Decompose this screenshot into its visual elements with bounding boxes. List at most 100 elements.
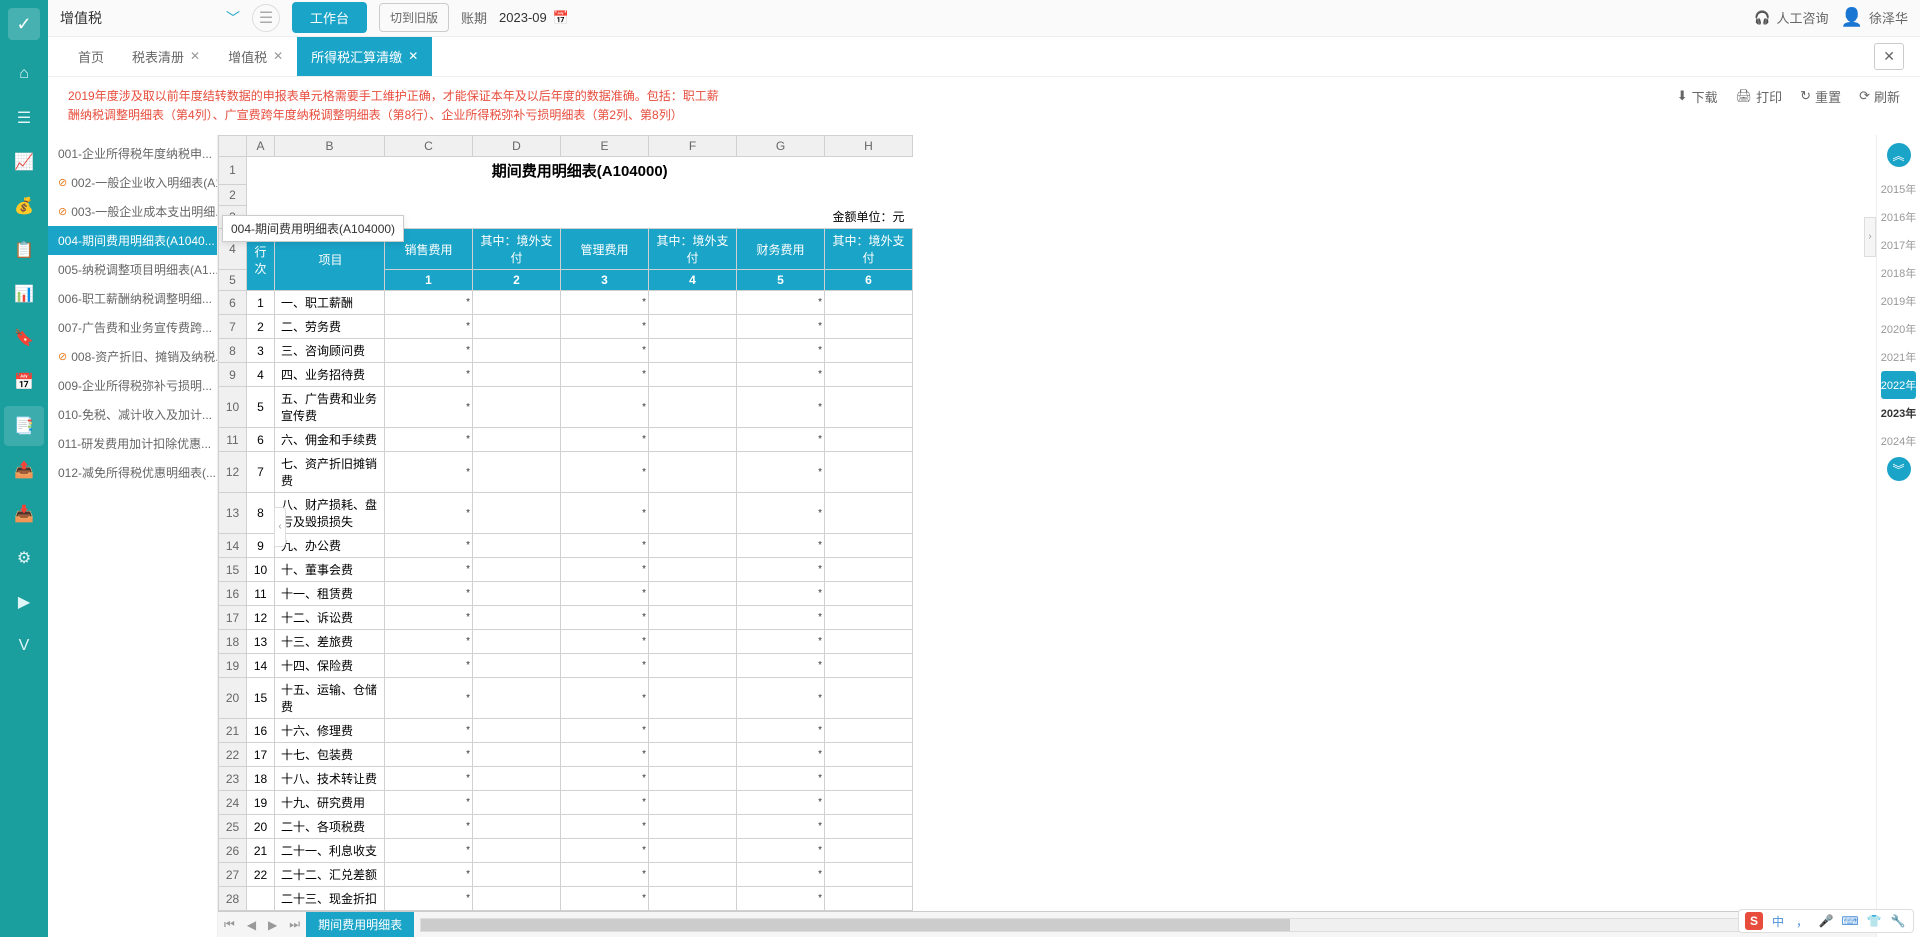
year-option[interactable]: 2016年 [1881, 203, 1916, 231]
close-icon[interactable]: ✕ [273, 49, 283, 63]
sheet-nav-prev[interactable]: ◀ [241, 918, 262, 932]
ime-toolbox-icon[interactable]: 🔧 [1889, 912, 1907, 930]
sheet-nav-first[interactable]: ⏮ [218, 917, 241, 932]
nav-report-icon[interactable]: 📊 [4, 274, 44, 314]
ime-skin-icon[interactable]: 👕 [1865, 912, 1883, 930]
nav-export-icon[interactable]: 📤 [4, 450, 44, 490]
period-picker[interactable]: 2023-09 📅 [499, 10, 569, 26]
ime-punct-icon[interactable]: ， [1793, 912, 1811, 930]
table-row[interactable]: 1510十、董事会费*** [219, 558, 913, 582]
sheet-nav-next[interactable]: ▶ [262, 918, 283, 932]
workspace-button[interactable]: 工作台 [292, 2, 367, 33]
tab-税表清册[interactable]: 税表清册✕ [118, 37, 214, 76]
close-all-tabs-button[interactable]: ✕ [1874, 43, 1904, 70]
col-header[interactable]: B [275, 136, 385, 157]
form-list-item[interactable]: 001-企业所得税年度纳税申... [48, 139, 217, 168]
refresh-button[interactable]: ⟳刷新 [1859, 87, 1900, 106]
print-button[interactable]: 🖨打印 [1736, 87, 1783, 106]
table-row[interactable]: 116六、佣金和手续费*** [219, 428, 913, 452]
reset-button[interactable]: ↻重置 [1800, 87, 1841, 106]
table-row[interactable]: 2419十九、研究费用*** [219, 791, 913, 815]
col-header[interactable]: F [649, 136, 737, 157]
table-row[interactable]: 28二十三、现金折扣*** [219, 887, 913, 911]
year-option[interactable]: 2023年 [1881, 399, 1916, 427]
table-row[interactable]: 2318十八、技术转让费*** [219, 767, 913, 791]
nav-home-icon[interactable]: ⌂ [4, 54, 44, 94]
year-option[interactable]: 2015年 [1881, 175, 1916, 203]
year-option[interactable]: 2019年 [1881, 287, 1916, 315]
form-list-item[interactable]: ⊘003-一般企业成本支出明细... [48, 197, 217, 226]
year-option[interactable]: 2017年 [1881, 231, 1916, 259]
table-row[interactable]: 2116十六、修理费*** [219, 719, 913, 743]
col-header[interactable]: G [737, 136, 825, 157]
table-row[interactable]: 2217十七、包装费*** [219, 743, 913, 767]
nav-v-icon[interactable]: V [4, 626, 44, 666]
table-row[interactable]: 138八、财产损耗、盘亏及毁损损失*** [219, 493, 913, 534]
year-up-button[interactable]: ︽ [1887, 143, 1911, 167]
form-list-item[interactable]: 012-减免所得税优惠明细表(... [48, 458, 217, 487]
col-header[interactable]: E [561, 136, 649, 157]
collapse-handle[interactable]: ‹ [274, 507, 286, 547]
year-option[interactable]: 2024年 [1881, 427, 1916, 455]
support-button[interactable]: 🎧 人工咨询 [1754, 8, 1828, 27]
table-row[interactable]: 127七、资产折旧摊销费*** [219, 452, 913, 493]
table-row[interactable]: 83三、咨询顾问费*** [219, 339, 913, 363]
table-row[interactable]: 1611十一、租赁费*** [219, 582, 913, 606]
close-icon[interactable]: ✕ [408, 49, 418, 63]
nav-video-icon[interactable]: ▶ [4, 582, 44, 622]
switch-old-button[interactable]: 切到旧版 [379, 3, 449, 32]
horizontal-scrollbar[interactable] [420, 918, 1870, 932]
table-row[interactable]: 2015十五、运输、仓储费*** [219, 678, 913, 719]
col-header[interactable]: H [825, 136, 913, 157]
nav-bag-icon[interactable]: 💰 [4, 186, 44, 226]
sheet-tab[interactable]: 期间费用明细表 [306, 912, 414, 937]
nav-doc-icon[interactable]: ☰ [4, 98, 44, 138]
year-down-button[interactable]: ︾ [1887, 457, 1911, 481]
expand-handle[interactable]: › [1864, 217, 1876, 257]
list-toggle-button[interactable]: ☰ [252, 4, 280, 32]
form-list-item[interactable]: ⊘008-资产折旧、摊销及纳税... [48, 342, 217, 371]
form-list-item[interactable]: 009-企业所得税弥补亏损明... [48, 371, 217, 400]
year-option[interactable]: 2022年 [1881, 371, 1916, 399]
nav-tax-icon[interactable]: 📑 [4, 406, 44, 446]
form-list-item[interactable]: ⊘002-一般企业收入明细表(A1... [48, 168, 217, 197]
form-list-item[interactable]: 005-纳税调整项目明细表(A1... [48, 255, 217, 284]
user-menu[interactable]: 👤 徐泽华 [1841, 7, 1908, 28]
year-option[interactable]: 2018年 [1881, 259, 1916, 287]
table-row[interactable]: 105五、广告费和业务宣传费*** [219, 387, 913, 428]
form-list-item[interactable]: 011-研发费用加计扣除优惠... [48, 429, 217, 458]
table-row[interactable]: 61一、职工薪酬*** [219, 291, 913, 315]
col-header[interactable]: A [247, 136, 275, 157]
table-row[interactable]: 1712十二、诉讼费*** [219, 606, 913, 630]
ime-mic-icon[interactable]: 🎤 [1817, 912, 1835, 930]
nav-clipboard-icon[interactable]: 📋 [4, 230, 44, 270]
table-row[interactable]: 2621二十一、利息收支*** [219, 839, 913, 863]
nav-stamp-icon[interactable]: 🔖 [4, 318, 44, 358]
ime-toolbar[interactable]: S 中 ， 🎤 ⌨ 👕 🔧 [1738, 909, 1914, 933]
nav-settings-icon[interactable]: ⚙ [4, 538, 44, 578]
table-row[interactable]: 149九、办公费*** [219, 534, 913, 558]
col-header[interactable]: C [385, 136, 473, 157]
sheet-nav-last[interactable]: ⏭ [283, 917, 306, 932]
form-list-item[interactable]: 006-职工薪酬纳税调整明细... [48, 284, 217, 313]
close-icon[interactable]: ✕ [190, 49, 200, 63]
tax-type-dropdown[interactable]: 增值税 ﹀ [60, 8, 240, 28]
table-row[interactable]: 72二、劳务费*** [219, 315, 913, 339]
table-row[interactable]: 2520二十、各项税费*** [219, 815, 913, 839]
form-list-item[interactable]: 010-免税、减计收入及加计... [48, 400, 217, 429]
nav-calendar-icon[interactable]: 📅 [4, 362, 44, 402]
nav-chart-icon[interactable]: 📈 [4, 142, 44, 182]
tab-增值税[interactable]: 增值税✕ [214, 37, 297, 76]
table-row[interactable]: 1914十四、保险费*** [219, 654, 913, 678]
table-row[interactable]: 94四、业务招待费*** [219, 363, 913, 387]
table-row[interactable]: 2722二十二、汇兑差额*** [219, 863, 913, 887]
form-list-item[interactable]: 004-期间费用明细表(A1040... [48, 226, 217, 255]
table-row[interactable]: 1813十三、差旅费*** [219, 630, 913, 654]
nav-inbox-icon[interactable]: 📥 [4, 494, 44, 534]
ime-keyboard-icon[interactable]: ⌨ [1841, 912, 1859, 930]
tab-首页[interactable]: 首页 [64, 37, 118, 76]
tab-所得税汇算清缴[interactable]: 所得税汇算清缴✕ [297, 37, 432, 76]
download-button[interactable]: ⬇下载 [1677, 87, 1718, 106]
ime-lang-label[interactable]: 中 [1769, 912, 1787, 930]
spreadsheet[interactable]: ABCDEFGH1期间费用明细表(A104000)23金额单位：元4行次项目销售… [218, 135, 1876, 911]
